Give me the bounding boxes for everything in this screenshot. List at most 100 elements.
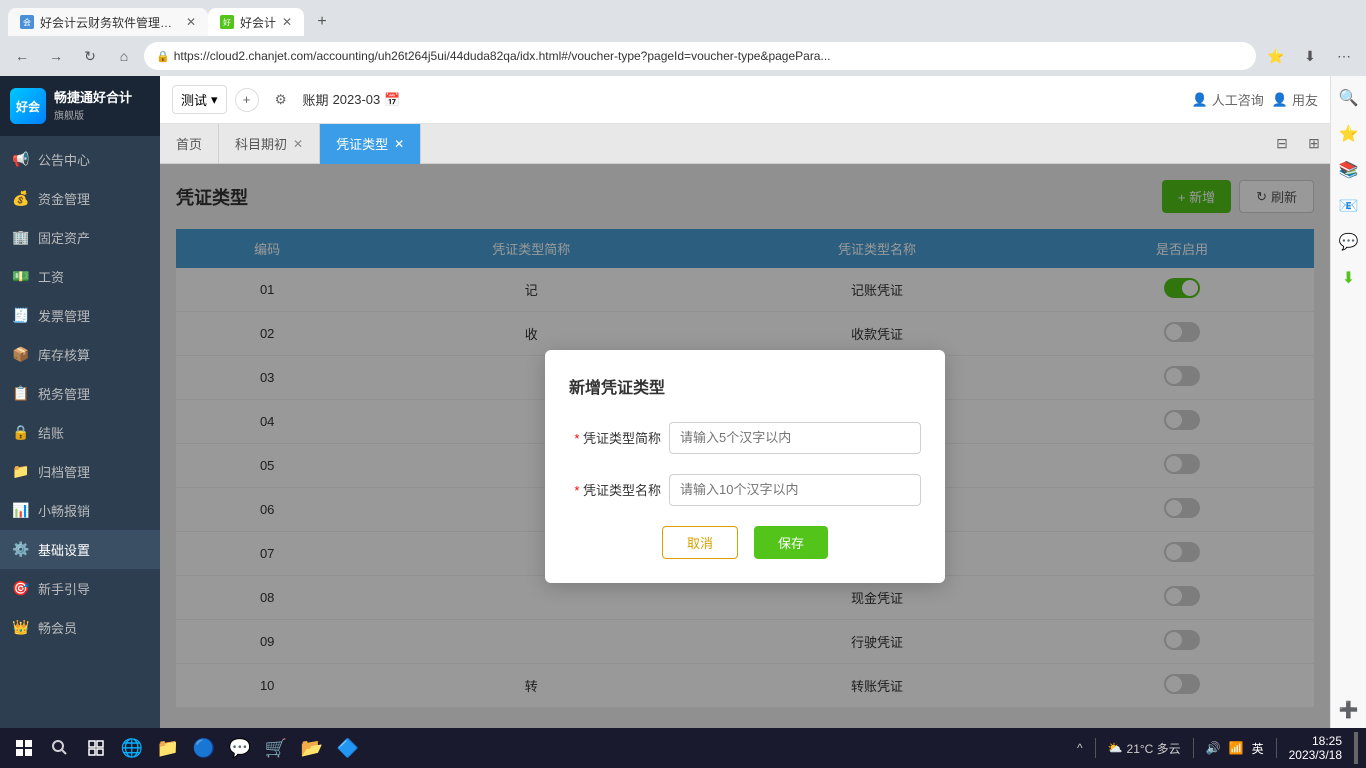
user-info[interactable]: 👤 用友 (1272, 90, 1318, 109)
show-desktop-button[interactable] (1354, 732, 1358, 764)
taskbar-edge[interactable]: 🌐 (116, 732, 148, 764)
address-input[interactable]: 🔒 https://cloud2.chanjet.com/accounting/… (144, 42, 1256, 70)
taskbar-task-view[interactable] (80, 732, 112, 764)
logo-badge: 旗舰版 (54, 107, 132, 122)
user-name: 用友 (1292, 90, 1318, 109)
tab-subjects-close[interactable]: ✕ (293, 137, 303, 151)
content-area: 首页 科目期初 ✕ 凭证类型 ✕ ⊟ ⊞ 凭证类型 (160, 124, 1330, 768)
sidebar-item-label: 工资 (38, 267, 64, 286)
new-tab-button[interactable]: + (308, 8, 336, 36)
cancel-button[interactable]: 取消 (662, 526, 738, 559)
ime-icon[interactable]: 英 (1252, 740, 1264, 757)
start-button[interactable] (8, 732, 40, 764)
announcement-icon: 📢 (12, 151, 30, 169)
teams-side-button[interactable]: 💬 (1335, 228, 1363, 256)
consultation-button[interactable]: 👤 人工咨询 (1192, 90, 1264, 109)
taskbar-wechat[interactable]: 💬 (224, 732, 256, 764)
sidebar-item-settlement[interactable]: 🔒 结账 (0, 413, 160, 452)
sidebar-logo: 好会 畅捷通好合计 旗舰版 (0, 76, 160, 136)
period-value: 2023-03 (333, 92, 381, 107)
top-bar: 测试 ▾ + ⚙ 账期 2023-03 📅 👤 人工咨询 👤 用友 (160, 76, 1330, 124)
sidebar-item-payroll[interactable]: 💵 工资 (0, 257, 160, 296)
taskbar-chrome[interactable]: 🔵 (188, 732, 220, 764)
weather-temp: 21°C 多云 (1127, 740, 1181, 757)
sidebar-item-inventory[interactable]: 📦 库存核算 (0, 335, 160, 374)
taskbar-search[interactable] (44, 732, 76, 764)
settlement-icon: 🔒 (12, 424, 30, 442)
downloads-button[interactable]: ⬇ (1296, 42, 1324, 70)
system-tray: ^ ⛅ 21°C 多云 🔊 📶 英 18:25 2023/3/18 (1077, 732, 1358, 764)
dialog-footer: 取消 保存 (569, 526, 921, 559)
name-label: 凭证类型名称 (569, 480, 669, 499)
network-icon[interactable]: 📶 (1229, 741, 1244, 755)
sidebar-item-fund[interactable]: 💰 资金管理 (0, 179, 160, 218)
maximize-button[interactable]: ⊞ (1298, 124, 1330, 164)
modal-backdrop: 新增凭证类型 凭证类型简称 凭证类型名称 取消 保存 (160, 164, 1330, 768)
home-button[interactable]: ⌂ (110, 42, 138, 70)
sidebar-item-label: 小畅报销 (38, 501, 90, 520)
extensions-button[interactable]: ⭐ (1262, 42, 1290, 70)
browser-tab-2[interactable]: 好 好会计 ✕ (208, 8, 304, 36)
taskbar: 🌐 📁 🔵 💬 🛒 📂 🔷 ^ ⛅ 21°C 多云 🔊 📶 英 18:25 20… (0, 728, 1366, 768)
browser-tab-1[interactable]: 会 好会计云财务软件管理系统_会计 ✕ (8, 8, 208, 36)
clock[interactable]: 18:25 2023/3/18 (1289, 734, 1342, 762)
sidebar-item-label: 结账 (38, 423, 64, 442)
save-button[interactable]: 保存 (754, 526, 828, 559)
tab-favicon-2: 好 (220, 15, 234, 29)
sidebar-item-guide[interactable]: 🎯 新手引导 (0, 569, 160, 608)
consultation-icon: 👤 (1192, 92, 1208, 108)
workspace-dropdown-icon: ▾ (211, 92, 218, 108)
main-content: 凭证类型 + 新增 ↻ 刷新 编码 凭证类型简称 凭证 (160, 164, 1330, 768)
sidebar-item-fixed-assets[interactable]: 🏢 固定资产 (0, 218, 160, 257)
tab-home[interactable]: 首页 (160, 124, 219, 164)
back-button[interactable]: ← (8, 42, 36, 70)
outlook-side-button[interactable]: 📧 (1335, 192, 1363, 220)
sidebar-item-basic-settings[interactable]: ⚙️ 基础设置 (0, 530, 160, 569)
form-row-name: 凭证类型名称 (569, 474, 921, 506)
sidebar-item-label: 公告中心 (38, 150, 90, 169)
sidebar-item-expense[interactable]: 📊 小畅报销 (0, 491, 160, 530)
lock-icon: 🔒 (156, 50, 170, 63)
sidebar-item-label: 基础设置 (38, 540, 90, 559)
tab-close-1[interactable]: ✕ (186, 15, 196, 29)
minimize-button[interactable]: ⊟ (1266, 124, 1298, 164)
download-side-button[interactable]: ⬇ (1335, 264, 1363, 292)
taskbar-edge2[interactable]: 🔷 (332, 732, 364, 764)
period-icon: 📅 (384, 92, 400, 108)
tab-voucher-type-close[interactable]: ✕ (394, 137, 404, 151)
system-tray-expand[interactable]: ^ (1077, 741, 1083, 755)
sidebar-item-archive[interactable]: 📁 归档管理 (0, 452, 160, 491)
tab-voucher-type[interactable]: 凭证类型 ✕ (320, 124, 421, 164)
star-side-button[interactable]: ⭐ (1335, 120, 1363, 148)
sidebar-item-announcement[interactable]: 📢 公告中心 (0, 140, 160, 179)
tab-close-2[interactable]: ✕ (282, 15, 292, 29)
tab-expand-controls: ⊟ ⊞ (1266, 124, 1330, 164)
right-panel: 🔍 ⭐ 📚 📧 💬 ⬇ ➕ ⚙ (1330, 76, 1366, 768)
collections-side-button[interactable]: 📚 (1335, 156, 1363, 184)
refresh-button[interactable]: ↻ (76, 42, 104, 70)
tab-subjects[interactable]: 科目期初 ✕ (219, 124, 320, 164)
add-workspace-button[interactable]: + (235, 88, 259, 112)
settings-menu-button[interactable]: ⋯ (1330, 42, 1358, 70)
taskbar-explorer[interactable]: 📁 (152, 732, 184, 764)
weather-info: ⛅ 21°C 多云 (1108, 740, 1181, 757)
volume-icon[interactable]: 🔊 (1206, 741, 1221, 755)
settings-button[interactable]: ⚙ (267, 86, 295, 114)
user-avatar-icon: 👤 (1272, 92, 1288, 108)
sidebar-item-tax[interactable]: 📋 税务管理 (0, 374, 160, 413)
address-text: https://cloud2.chanjet.com/accounting/uh… (174, 49, 831, 63)
workspace-selector[interactable]: 测试 ▾ (172, 85, 227, 114)
sidebar-item-invoice[interactable]: 🧾 发票管理 (0, 296, 160, 335)
sidebar-item-label: 固定资产 (38, 228, 90, 247)
sidebar-item-membership[interactable]: 👑 畅会员 (0, 608, 160, 647)
taskbar-files[interactable]: 📂 (296, 732, 328, 764)
basic-settings-icon: ⚙️ (12, 541, 30, 559)
add-side-button[interactable]: ➕ (1335, 696, 1363, 724)
clock-date: 2023/3/18 (1289, 748, 1342, 762)
taskbar-store[interactable]: 🛒 (260, 732, 292, 764)
abbr-input[interactable] (669, 422, 921, 454)
name-input[interactable] (669, 474, 921, 506)
search-side-button[interactable]: 🔍 (1335, 84, 1363, 112)
forward-button[interactable]: → (42, 42, 70, 70)
tab-bar: 会 好会计云财务软件管理系统_会计 ✕ 好 好会计 ✕ + (0, 0, 1366, 36)
